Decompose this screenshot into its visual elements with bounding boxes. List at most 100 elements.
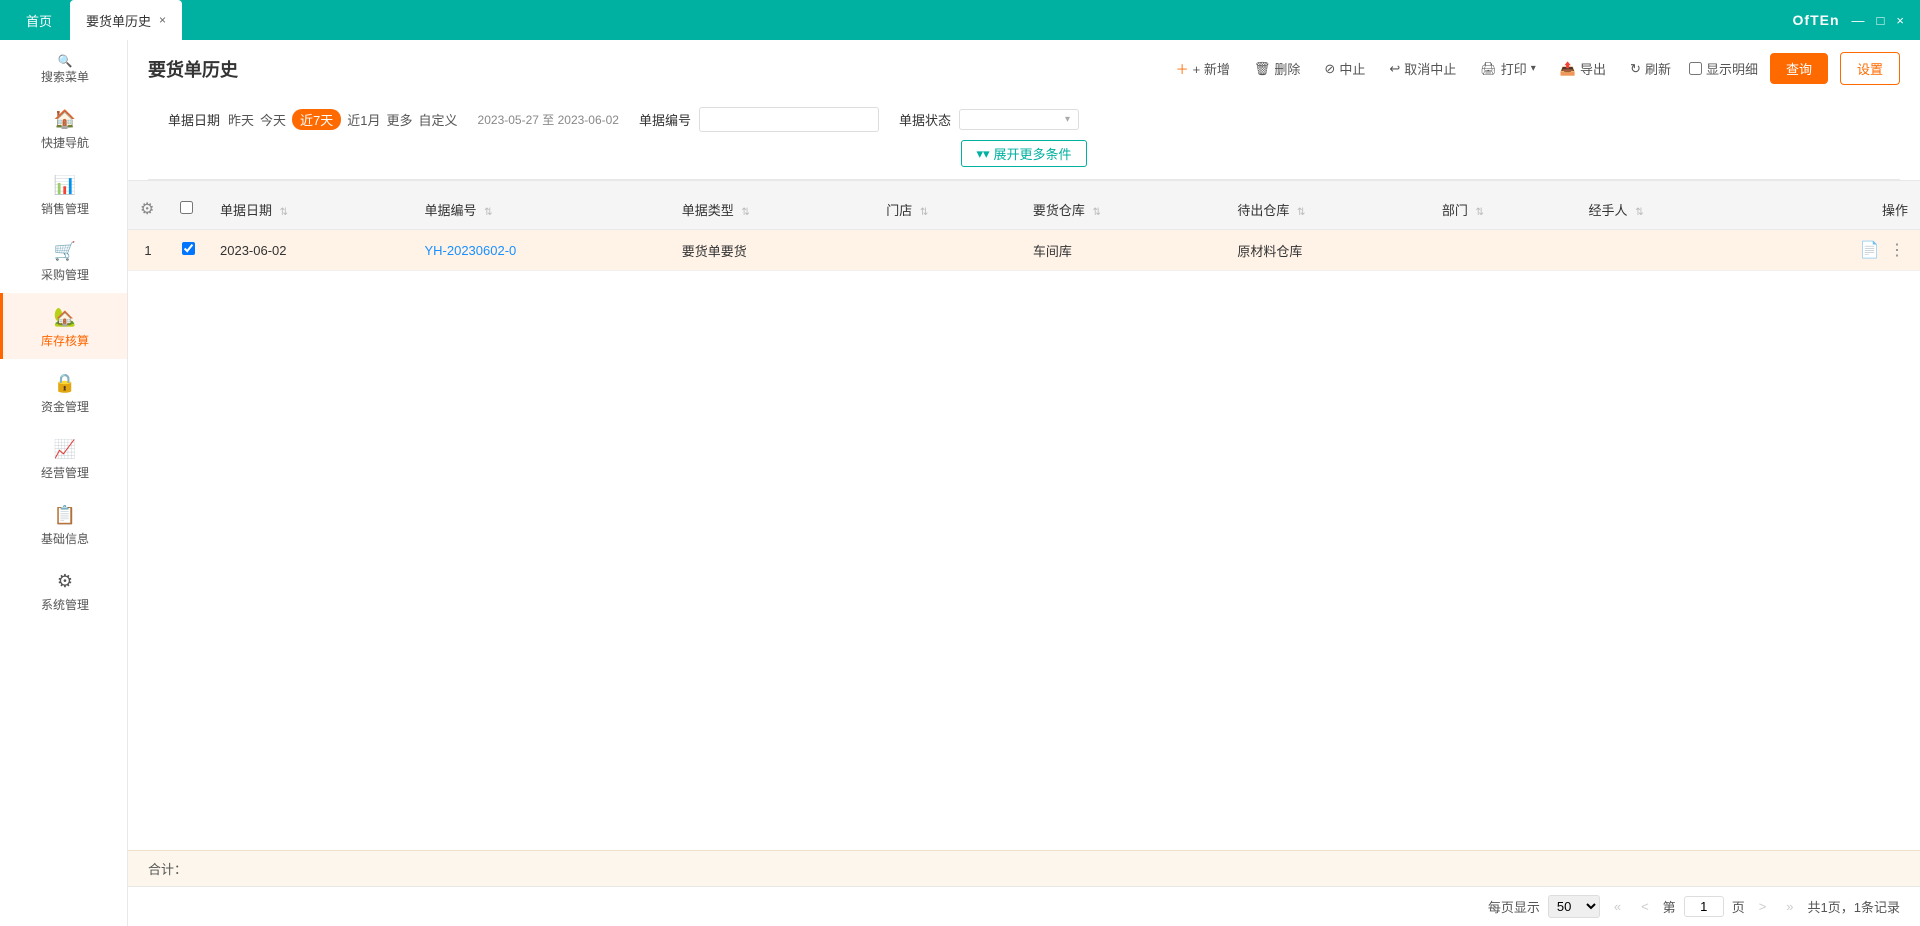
yesterday-btn[interactable]: 昨天 xyxy=(228,110,254,129)
total-info: 共1页，1条记录 xyxy=(1808,897,1900,916)
export-button[interactable]: 📤 导出 xyxy=(1554,55,1612,82)
toolbar: ＋ + 新增 🗑 删除 ⊘ 中止 ↩ 取消中止 xyxy=(1170,52,1900,85)
td-department xyxy=(1430,230,1577,271)
last1month-btn[interactable]: 近1月 xyxy=(347,110,380,129)
today-btn[interactable]: 今天 xyxy=(260,110,286,129)
refresh-icon: ↻ xyxy=(1630,61,1641,77)
th-store-label: 门店 xyxy=(886,203,912,218)
top-bar: 首页 要货单历史 × OfTEn — □ × xyxy=(0,0,1920,40)
date-filter-group: 单据日期 昨天 今天 近7天 近1月 更多 自定义 xyxy=(168,109,458,130)
td-operation: 📄 ⋮ xyxy=(1752,230,1920,271)
sidebar-label-purchase-mgmt: 采购管理 xyxy=(41,266,89,283)
th-doc-no: 单据编号 ⇅ xyxy=(412,189,669,230)
sort-pending-warehouse-icon[interactable]: ⇅ xyxy=(1297,207,1305,218)
stop-label: 中止 xyxy=(1339,59,1365,78)
status-select[interactable]: ▾ xyxy=(959,109,1079,130)
sidebar-item-purchase-mgmt[interactable]: 🛒 采购管理 xyxy=(0,227,127,293)
th-operation-label: 操作 xyxy=(1882,203,1908,218)
tab-close-icon[interactable]: × xyxy=(159,13,166,27)
cancel-stop-button[interactable]: ↩ 取消中止 xyxy=(1383,55,1462,82)
sidebar-item-operations-mgmt[interactable]: 📈 经营管理 xyxy=(0,425,127,491)
display-cell-checkbox[interactable] xyxy=(1689,62,1702,75)
status-filter-label: 单据状态 xyxy=(899,110,951,129)
new-button[interactable]: ＋ + 新增 xyxy=(1170,55,1236,82)
sidebar-item-finance-mgmt[interactable]: 🔒 资金管理 xyxy=(0,359,127,425)
th-department-label: 部门 xyxy=(1442,203,1468,218)
sort-doc-no-icon[interactable]: ⇅ xyxy=(484,207,492,218)
window-close-btn[interactable]: × xyxy=(1896,13,1904,28)
td-doc-type: 要货单要货 xyxy=(670,230,874,271)
docno-filter-label: 单据编号 xyxy=(639,110,691,129)
th-pending-warehouse-label: 待出仓库 xyxy=(1237,203,1289,218)
window-maximize-btn[interactable]: □ xyxy=(1877,13,1885,28)
stop-button[interactable]: ⊘ 中止 xyxy=(1318,55,1371,82)
tab-active[interactable]: 要货单历史 × xyxy=(70,0,182,40)
tab-home[interactable]: 首页 xyxy=(10,0,68,40)
th-pending-warehouse: 待出仓库 ⇅ xyxy=(1225,189,1429,230)
export-label: 导出 xyxy=(1580,59,1606,78)
select-all-checkbox[interactable] xyxy=(180,201,193,214)
sort-doc-date-icon[interactable]: ⇅ xyxy=(280,207,288,218)
th-store: 门店 ⇅ xyxy=(874,189,1021,230)
sidebar-label-operations-mgmt: 经营管理 xyxy=(41,464,89,481)
sidebar-label-quick-nav: 快捷导航 xyxy=(41,134,89,151)
more-btn[interactable]: 更多 xyxy=(387,110,413,129)
row-checkbox[interactable] xyxy=(182,242,195,255)
query-button[interactable]: 查询 xyxy=(1770,53,1828,84)
sort-doc-type-icon[interactable]: ⇅ xyxy=(741,207,749,218)
pending-warehouse-value: 原材料仓库 xyxy=(1237,244,1302,259)
filter-area: 单据日期 昨天 今天 近7天 近1月 更多 自定义 2023-05-27 至 2… xyxy=(148,95,1900,180)
sidebar-item-quick-nav[interactable]: 🏠 快捷导航 xyxy=(0,95,127,161)
table-footer: 合计： xyxy=(128,850,1920,886)
finance-mgmt-icon: 🔒 xyxy=(54,373,76,394)
last7days-btn[interactable]: 近7天 xyxy=(292,109,341,130)
page-header: 要货单历史 ＋ + 新增 🗑 删除 ⊘ 中止 ↩ xyxy=(128,40,1920,181)
settings-button[interactable]: 设置 xyxy=(1840,52,1900,85)
print-button[interactable]: 🖨 打印 ▾ xyxy=(1474,55,1542,82)
th-checkbox xyxy=(168,189,208,230)
expand-more-button[interactable]: ▾▾ 展开更多条件 xyxy=(961,140,1086,167)
sidebar-item-sales-mgmt[interactable]: 📊 销售管理 xyxy=(0,161,127,227)
sidebar-label-search-menu: 搜索菜单 xyxy=(41,68,89,85)
td-row-checkbox xyxy=(168,230,208,271)
sidebar-item-inventory-calc[interactable]: 🏡 库存核算 xyxy=(0,293,127,359)
per-page-select[interactable]: 20 50 100 xyxy=(1548,895,1600,918)
inventory-calc-icon: 🏡 xyxy=(54,307,76,328)
sort-req-warehouse-icon[interactable]: ⇅ xyxy=(1093,207,1101,218)
last-page-btn[interactable]: » xyxy=(1780,897,1799,916)
refresh-button[interactable]: ↻ 刷新 xyxy=(1624,55,1677,82)
page-number-input[interactable] xyxy=(1684,896,1724,917)
delete-button[interactable]: 🗑 删除 xyxy=(1248,55,1307,82)
sidebar-item-basic-info[interactable]: 📋 基础信息 xyxy=(0,491,127,557)
th-doc-date: 单据日期 ⇅ xyxy=(208,189,412,230)
delete-icon: 🗑 xyxy=(1254,61,1271,77)
th-doc-no-label: 单据编号 xyxy=(424,203,476,218)
sort-handler-icon[interactable]: ⇅ xyxy=(1635,207,1643,218)
quick-nav-icon: 🏠 xyxy=(54,109,76,130)
window-minimize-btn[interactable]: — xyxy=(1852,13,1865,28)
td-req-warehouse: 车间库 xyxy=(1021,230,1225,271)
table-settings-icon[interactable]: ⚙ xyxy=(140,201,154,218)
prev-page-btn[interactable]: < xyxy=(1635,897,1655,916)
doc-no-link[interactable]: YH-20230602-0 xyxy=(424,243,516,258)
sidebar-label-basic-info: 基础信息 xyxy=(41,530,89,547)
summary-label: 合计： xyxy=(148,862,187,877)
custom-btn[interactable]: 自定义 xyxy=(419,110,458,129)
delete-label: 删除 xyxy=(1274,59,1300,78)
display-cell-button[interactable]: 显示明细 xyxy=(1689,59,1758,78)
main-layout: 🔍 搜索菜单 🏠 快捷导航 📊 销售管理 🛒 采购管理 🏡 库存核算 🔒 资金管… xyxy=(0,40,1920,926)
td-handler xyxy=(1577,230,1753,271)
sort-store-icon[interactable]: ⇅ xyxy=(920,207,928,218)
sidebar-label-system-mgmt: 系统管理 xyxy=(41,596,89,613)
date-filter-label: 单据日期 xyxy=(168,110,220,129)
row-view-icon[interactable]: 📄 xyxy=(1859,242,1879,259)
row-more-icon[interactable]: ⋮ xyxy=(1889,242,1905,259)
sidebar-item-system-mgmt[interactable]: ⚙ 系统管理 xyxy=(0,557,127,623)
sort-department-icon[interactable]: ⇅ xyxy=(1475,207,1483,218)
page-title: 要货单历史 xyxy=(148,56,238,82)
sidebar-item-search-menu[interactable]: 🔍 搜索菜单 xyxy=(0,40,127,95)
next-page-btn[interactable]: > xyxy=(1753,897,1773,916)
th-req-warehouse: 要货仓库 ⇅ xyxy=(1021,189,1225,230)
docno-input[interactable] xyxy=(699,107,879,132)
first-page-btn[interactable]: « xyxy=(1608,897,1627,916)
